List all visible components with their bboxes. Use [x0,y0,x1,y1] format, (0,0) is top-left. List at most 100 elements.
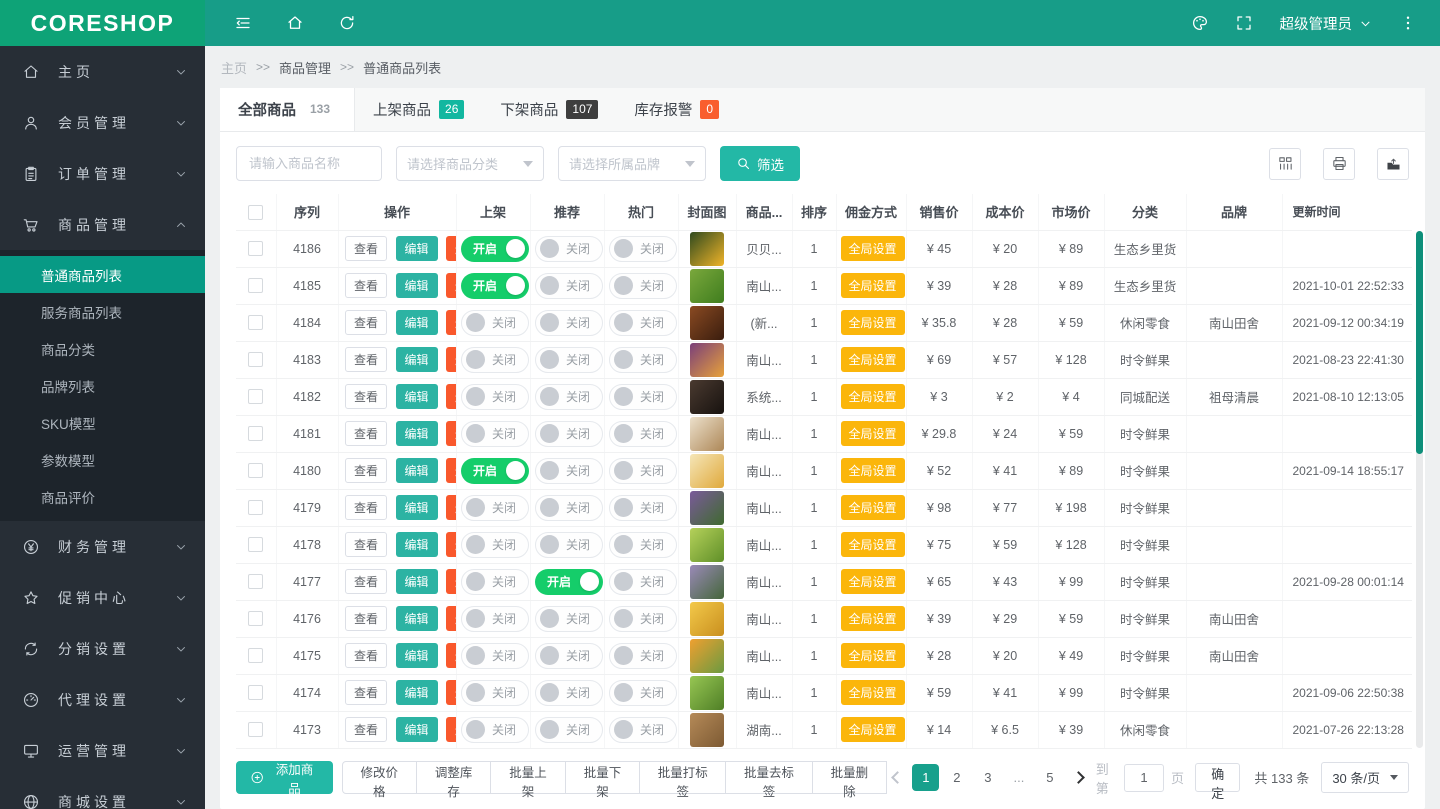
recommend-toggle[interactable]: 关闭 [534,420,603,447]
category-select[interactable]: 请选择商品分类 [396,146,544,181]
hot-toggle[interactable]: 关闭 [608,346,677,373]
sidebar-item[interactable]: 运营管理 [0,725,205,776]
recommend-toggle[interactable]: 关闭 [534,235,603,262]
theme-palette-icon[interactable] [1182,5,1218,41]
delete-button[interactable]: 删除 [446,569,455,594]
tab[interactable]: 下架商品 107 [482,88,616,131]
delete-button[interactable]: 删除 [446,458,455,483]
hot-toggle[interactable]: 关闭 [608,235,677,262]
home-icon[interactable] [277,5,313,41]
view-button[interactable]: 查看 [345,606,388,631]
edit-button[interactable]: 编辑 [395,717,438,742]
hot-toggle[interactable]: 关闭 [608,605,677,632]
edit-button[interactable]: 编辑 [395,643,438,668]
delete-button[interactable]: 删除 [446,273,455,298]
sidebar-item[interactable]: 主页 [0,46,205,97]
delete-button[interactable]: 删除 [446,236,455,261]
row-checkbox[interactable] [248,315,264,331]
delete-button[interactable]: 删除 [446,606,455,631]
sidebar-subitem[interactable]: 商品分类 [0,330,205,367]
hot-toggle[interactable]: 关闭 [608,531,677,558]
select-all-checkbox[interactable] [248,204,264,220]
edit-button[interactable]: 编辑 [395,384,438,409]
hot-toggle[interactable]: 关闭 [608,679,677,706]
edit-button[interactable]: 编辑 [395,347,438,372]
sidebar-subitem[interactable]: 品牌列表 [0,367,205,404]
row-checkbox[interactable] [248,389,264,405]
tab[interactable]: 库存报警 0 [616,88,737,131]
filter-button[interactable]: 筛选 [720,146,800,181]
sidebar-item[interactable]: 分销设置 [0,623,205,674]
page-size-select[interactable]: 30 条/页 [1321,762,1409,793]
delete-button[interactable]: 删除 [446,310,455,335]
page-number[interactable]: 1 [912,764,940,791]
hot-toggle[interactable]: 关闭 [608,716,677,743]
breadcrumb-section[interactable]: 商品管理 [279,58,331,77]
product-name-input[interactable] [236,146,382,181]
fullscreen-icon[interactable] [1226,5,1262,41]
sidebar-subitem[interactable]: 参数模型 [0,441,205,478]
batch-button[interactable]: 修改价格 [341,761,417,799]
view-button[interactable]: 查看 [345,236,388,261]
row-checkbox[interactable] [248,648,264,664]
delete-button[interactable]: 删除 [446,384,455,409]
sidebar-subitem[interactable]: SKU模型 [0,404,205,441]
view-button[interactable]: 查看 [345,384,388,409]
on-sale-toggle[interactable]: 关闭 [460,346,529,373]
on-sale-toggle[interactable]: 关闭 [460,494,529,521]
view-button[interactable]: 查看 [345,273,388,298]
view-button[interactable]: 查看 [345,569,388,594]
export-icon[interactable] [1377,147,1409,180]
on-sale-toggle[interactable]: 关闭 [460,568,529,595]
sidebar-item[interactable]: 促销中心 [0,572,205,623]
goto-page-input[interactable] [1124,763,1165,792]
page-number[interactable]: 2 [943,764,970,791]
column-settings-icon[interactable] [1269,147,1301,180]
admin-user-menu[interactable]: 超级管理员 [1270,13,1383,34]
view-button[interactable]: 查看 [345,310,388,335]
view-button[interactable]: 查看 [345,643,388,668]
recommend-toggle[interactable]: 关闭 [534,531,603,558]
on-sale-toggle[interactable]: 开启 [460,457,529,484]
on-sale-toggle[interactable]: 关闭 [460,309,529,336]
brand-select[interactable]: 请选择所属品牌 [558,146,706,181]
recommend-toggle[interactable]: 关闭 [534,309,603,336]
hot-toggle[interactable]: 关闭 [608,420,677,447]
recommend-toggle[interactable]: 关闭 [534,383,603,410]
page-number[interactable]: ... [1005,764,1032,791]
on-sale-toggle[interactable]: 关闭 [460,716,529,743]
view-button[interactable]: 查看 [345,680,388,705]
confirm-page-button[interactable]: 确定 [1195,763,1241,801]
tab[interactable]: 全部商品 133 [220,88,356,131]
on-sale-toggle[interactable]: 开启 [460,235,529,262]
tab[interactable]: 上架商品 26 [355,88,482,131]
edit-button[interactable]: 编辑 [395,310,438,335]
edit-button[interactable]: 编辑 [395,236,438,261]
on-sale-toggle[interactable]: 开启 [460,272,529,299]
batch-button[interactable]: 批量下架 [564,761,641,799]
print-icon[interactable] [1323,147,1355,180]
hot-toggle[interactable]: 关闭 [608,272,677,299]
hot-toggle[interactable]: 关闭 [608,383,677,410]
on-sale-toggle[interactable]: 关闭 [460,420,529,447]
on-sale-toggle[interactable]: 关闭 [460,383,529,410]
hot-toggle[interactable]: 关闭 [608,568,677,595]
hot-toggle[interactable]: 关闭 [608,457,677,484]
row-checkbox[interactable] [248,463,264,479]
edit-button[interactable]: 编辑 [395,421,438,446]
edit-button[interactable]: 编辑 [395,458,438,483]
batch-button[interactable]: 批量打标签 [639,761,727,799]
batch-button[interactable]: 调整库存 [415,761,492,799]
on-sale-toggle[interactable]: 关闭 [460,605,529,632]
edit-button[interactable]: 编辑 [395,606,438,631]
delete-button[interactable]: 删除 [446,421,455,446]
delete-button[interactable]: 删除 [446,717,455,742]
refresh-icon[interactable] [329,5,365,41]
recommend-toggle[interactable]: 关闭 [534,716,603,743]
sidebar-subitem[interactable]: 服务商品列表 [0,293,205,330]
row-checkbox[interactable] [248,352,264,368]
hot-toggle[interactable]: 关闭 [608,309,677,336]
recommend-toggle[interactable]: 关闭 [534,494,603,521]
view-button[interactable]: 查看 [345,532,388,557]
recommend-toggle[interactable]: 关闭 [534,457,603,484]
